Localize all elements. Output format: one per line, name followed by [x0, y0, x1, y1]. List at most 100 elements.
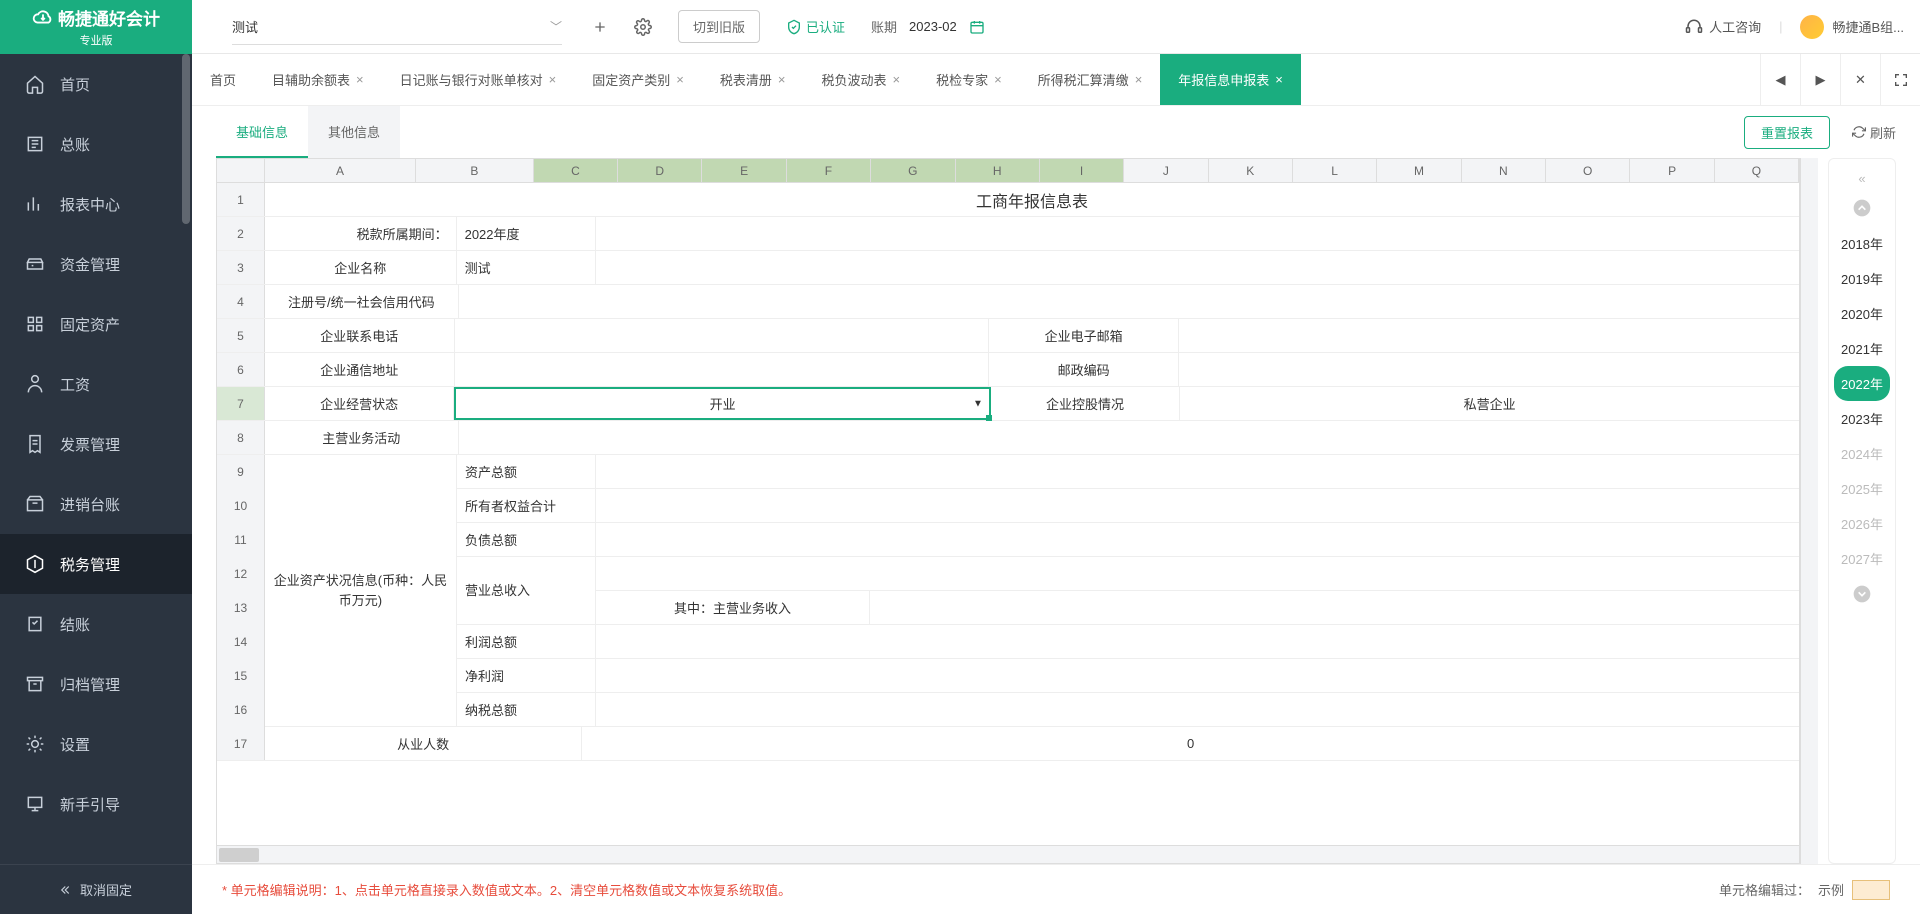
year-collapse-icon[interactable]: « [1858, 167, 1865, 190]
year-next-icon[interactable] [1852, 580, 1872, 608]
row-2[interactable]: 2 税款所属期间： 2022年度 [217, 217, 1799, 251]
add-icon[interactable] [592, 19, 608, 35]
row-header-2[interactable]: 2 [217, 217, 265, 250]
tab-close-icon[interactable]: × [676, 72, 684, 87]
tab-close-icon[interactable]: × [1135, 72, 1143, 87]
year-2019年[interactable]: 2019年 [1834, 261, 1890, 296]
subtab-basic[interactable]: 基础信息 [216, 106, 308, 158]
year-2026年[interactable]: 2026年 [1834, 506, 1890, 541]
row-header-13[interactable]: 13 [217, 591, 265, 625]
tab-close-icon[interactable]: × [549, 72, 557, 87]
tab-nav-next[interactable]: ▶ [1800, 54, 1840, 105]
row-header-1[interactable]: 1 [217, 183, 265, 216]
company-select[interactable]: 测试 ﹀ [232, 9, 562, 45]
tab-close-icon[interactable]: × [778, 72, 786, 87]
row-header-7[interactable]: 7 [217, 387, 265, 420]
row-7[interactable]: 7 企业经营状态 开业 ▼ 企业控股情况 私营企业 [217, 387, 1799, 421]
tab-7[interactable]: 所得税汇算清缴× [1020, 54, 1161, 105]
row-header-9[interactable]: 9 [217, 455, 265, 489]
col-header-P[interactable]: P [1630, 159, 1714, 182]
horizontal-scrollbar[interactable] [217, 845, 1799, 863]
sidebar-scrollbar[interactable] [182, 54, 190, 224]
sidebar-item-5[interactable]: 工资 [0, 354, 192, 414]
unpin-button[interactable]: 取消固定 [0, 864, 192, 914]
row-3[interactable]: 3 企业名称 测试 [217, 251, 1799, 285]
col-header-E[interactable]: E [702, 159, 786, 182]
company-name-value[interactable]: 测试 [457, 251, 596, 284]
postcode-value[interactable] [1179, 353, 1799, 386]
row-header-3[interactable]: 3 [217, 251, 265, 284]
tab-nav-prev[interactable]: ◀ [1760, 54, 1800, 105]
col-header-B[interactable]: B [416, 159, 534, 182]
support-link[interactable]: 人工咨询 [1685, 17, 1761, 36]
equity-value[interactable] [596, 489, 1799, 522]
year-2022年[interactable]: 2022年 [1834, 366, 1890, 401]
user-menu[interactable]: 畅捷通B组... [1800, 15, 1904, 39]
revenue-value[interactable] [596, 557, 1799, 590]
tab-3[interactable]: 固定资产类别× [574, 54, 702, 105]
col-header-K[interactable]: K [1209, 159, 1293, 182]
liabilities-value[interactable] [596, 523, 1799, 556]
sidebar-item-1[interactable]: 总账 [0, 114, 192, 174]
tab-close-icon[interactable]: × [356, 72, 364, 87]
subtab-other[interactable]: 其他信息 [308, 106, 400, 158]
status-dropdown[interactable]: 开业 ▼ [454, 387, 991, 420]
row-header-14[interactable]: 14 [217, 625, 265, 659]
sidebar-item-0[interactable]: 首页 [0, 54, 192, 114]
old-version-button[interactable]: 切到旧版 [678, 10, 760, 43]
year-2023年[interactable]: 2023年 [1834, 401, 1890, 436]
main-business-value[interactable] [459, 421, 1799, 454]
brand-logo[interactable]: 畅捷通好会计 专业版 [0, 0, 192, 54]
sidebar-item-7[interactable]: 进销台账 [0, 474, 192, 534]
row-17[interactable]: 17 从业人数 0 [217, 727, 1799, 761]
main-revenue-value[interactable] [870, 591, 1799, 624]
tab-1[interactable]: 目辅助余额表× [254, 54, 382, 105]
year-2021年[interactable]: 2021年 [1834, 331, 1890, 366]
year-2020年[interactable]: 2020年 [1834, 296, 1890, 331]
col-header-Q[interactable]: Q [1715, 159, 1799, 182]
gear-icon[interactable] [634, 18, 652, 36]
row-header-15[interactable]: 15 [217, 659, 265, 693]
col-header-H[interactable]: H [956, 159, 1040, 182]
tab-2[interactable]: 日记账与银行对账单核对× [382, 54, 575, 105]
year-2018年[interactable]: 2018年 [1834, 226, 1890, 261]
sidebar-item-4[interactable]: 固定资产 [0, 294, 192, 354]
row-header-17[interactable]: 17 [217, 727, 265, 760]
refresh-button[interactable]: 刷新 [1852, 123, 1896, 142]
fullscreen-icon[interactable] [1880, 54, 1920, 105]
scrollbar-thumb[interactable] [219, 848, 259, 862]
sidebar-item-2[interactable]: 报表中心 [0, 174, 192, 234]
tab-close-icon[interactable]: × [994, 72, 1002, 87]
year-2027年[interactable]: 2027年 [1834, 541, 1890, 576]
col-header-C[interactable]: C [534, 159, 618, 182]
row-8[interactable]: 8 主营业务活动 [217, 421, 1799, 455]
col-header-G[interactable]: G [871, 159, 955, 182]
profit-value[interactable] [596, 625, 1799, 658]
select-all-corner[interactable] [217, 159, 265, 182]
row-header-16[interactable]: 16 [217, 693, 265, 727]
accounting-period[interactable]: 账期 2023-02 [871, 17, 985, 36]
tab-5[interactable]: 税负波动表× [803, 54, 918, 105]
sidebar-item-12[interactable]: 新手引导 [0, 774, 192, 834]
sidebar-item-3[interactable]: 资金管理 [0, 234, 192, 294]
row-1[interactable]: 1 工商年报信息表 [217, 183, 1799, 217]
employees-value[interactable]: 0 [582, 727, 1799, 760]
row-header-4[interactable]: 4 [217, 285, 265, 318]
row-header-6[interactable]: 6 [217, 353, 265, 386]
tab-8[interactable]: 年报信息申报表× [1160, 54, 1301, 105]
reset-report-button[interactable]: 重置报表 [1744, 116, 1830, 149]
row-header-12[interactable]: 12 [217, 557, 265, 591]
row-header-5[interactable]: 5 [217, 319, 265, 352]
col-header-D[interactable]: D [618, 159, 702, 182]
sidebar-item-6[interactable]: 发票管理 [0, 414, 192, 474]
net-profit-value[interactable] [596, 659, 1799, 692]
sidebar-item-8[interactable]: 税务管理 [0, 534, 192, 594]
tab-close-icon[interactable]: × [892, 72, 900, 87]
col-header-M[interactable]: M [1377, 159, 1461, 182]
col-header-L[interactable]: L [1293, 159, 1377, 182]
row-4[interactable]: 4 注册号/统一社会信用代码 [217, 285, 1799, 319]
spreadsheet[interactable]: A B C D E F G H I J K L M N O P Q [216, 158, 1800, 864]
row-5[interactable]: 5 企业联系电话 企业电子邮箱 [217, 319, 1799, 353]
sidebar-item-9[interactable]: 结账 [0, 594, 192, 654]
tab-close-icon[interactable]: × [1275, 72, 1283, 87]
